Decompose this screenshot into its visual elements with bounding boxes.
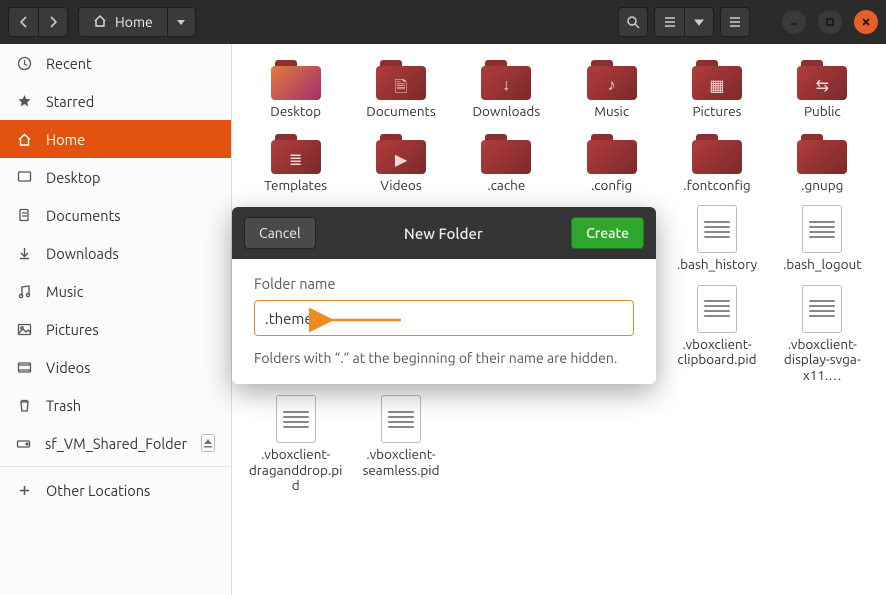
folder-name-input[interactable]	[254, 300, 634, 336]
cancel-button[interactable]: Cancel	[244, 217, 316, 249]
dialog-hint: Folders with “.” at the beginning of the…	[254, 350, 634, 366]
annotation-arrow	[321, 310, 401, 330]
folder-name-label: Folder name	[254, 275, 634, 292]
create-button[interactable]: Create	[571, 217, 644, 249]
new-folder-dialog: Cancel New Folder Create Folder name Fol…	[232, 207, 656, 384]
dialog-backdrop: Cancel New Folder Create Folder name Fol…	[0, 0, 886, 595]
dialog-title: New Folder	[404, 225, 483, 242]
